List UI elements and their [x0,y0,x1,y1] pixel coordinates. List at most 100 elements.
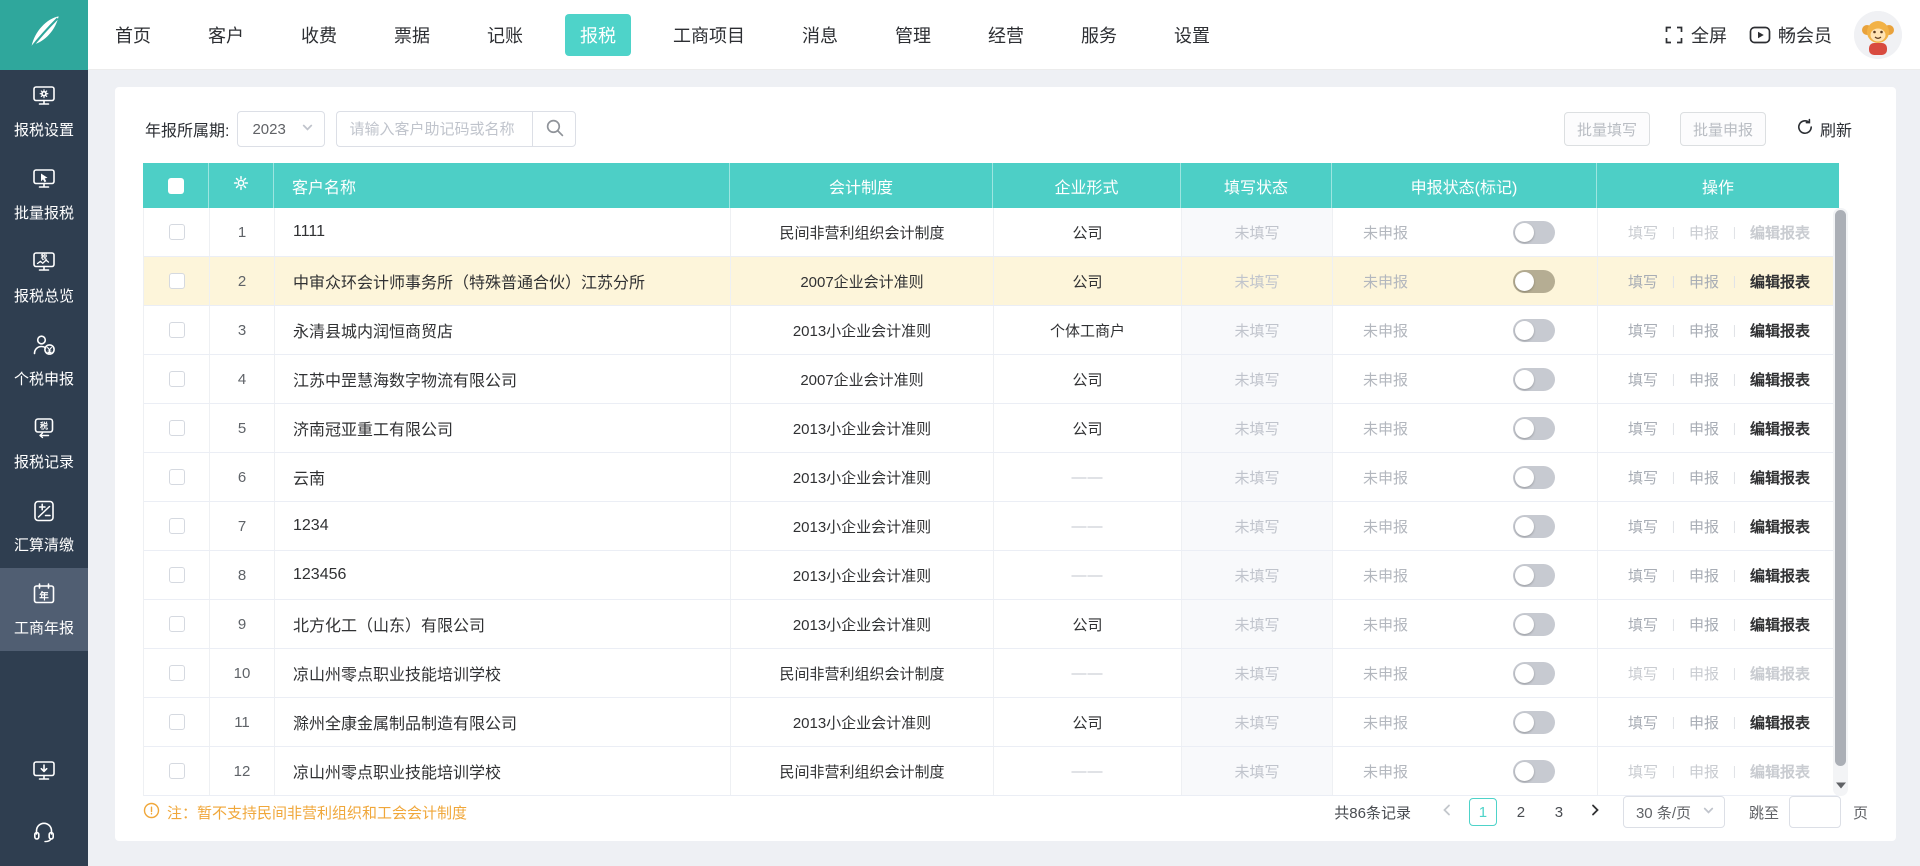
row-checkbox[interactable] [168,714,185,730]
row-checkbox[interactable] [168,273,185,289]
nav-item-message[interactable]: 消息 [787,14,853,56]
action-fill-link[interactable]: 填写 [1628,761,1658,782]
nav-item-business-project[interactable]: 工商项目 [658,14,760,56]
next-page-button[interactable] [1583,798,1607,826]
batch-fill-button[interactable]: 批量填写 [1563,112,1650,146]
declare-toggle[interactable] [1513,710,1555,734]
action-fill-link[interactable]: 填写 [1628,712,1658,733]
sidebar-item-batch-tax[interactable]: 批量报税 [0,153,88,236]
action-declare-link[interactable]: 申报 [1689,369,1719,390]
search-button[interactable] [532,111,577,147]
action-fill-link[interactable]: 填写 [1628,418,1658,439]
scrollbar-thumb[interactable] [1835,210,1846,766]
action-fill-link[interactable]: 填写 [1628,565,1658,586]
declare-toggle[interactable] [1513,759,1555,783]
nav-item-fees[interactable]: 收费 [286,14,352,56]
monitor-download-icon[interactable] [31,758,57,784]
action-edit-link[interactable]: 编辑报表 [1750,418,1810,439]
sidebar-item-tax-overview[interactable]: 税报税总览 [0,236,88,319]
action-edit-link[interactable]: 编辑报表 [1750,271,1810,292]
declare-toggle[interactable] [1513,416,1555,440]
sidebar-item-tax-records[interactable]: 税报税记录 [0,402,88,485]
declare-toggle[interactable] [1513,318,1555,342]
declare-toggle[interactable] [1513,269,1555,293]
nav-item-service[interactable]: 服务 [1066,14,1132,56]
row-checkbox[interactable] [168,665,185,681]
declare-toggle[interactable] [1513,563,1555,587]
row-checkbox[interactable] [168,518,185,534]
action-edit-link[interactable]: 编辑报表 [1750,565,1810,586]
action-edit-link[interactable]: 编辑报表 [1750,369,1810,390]
action-edit-link[interactable]: 编辑报表 [1750,467,1810,488]
nav-item-customer[interactable]: 客户 [193,14,259,56]
action-edit-link[interactable]: 编辑报表 [1750,320,1810,341]
declare-toggle[interactable] [1513,612,1555,636]
jump-page-input[interactable] [1788,796,1841,828]
action-fill-link[interactable]: 填写 [1628,516,1658,537]
action-fill-link[interactable]: 填写 [1628,663,1658,684]
action-declare-link[interactable]: 申报 [1689,320,1719,341]
action-fill-link[interactable]: 填写 [1628,369,1658,390]
nav-item-manage[interactable]: 管理 [880,14,946,56]
prev-page-button[interactable] [1435,798,1459,826]
action-declare-link[interactable]: 申报 [1689,712,1719,733]
declare-toggle[interactable] [1513,514,1555,538]
row-checkbox[interactable] [168,371,185,387]
action-declare-link[interactable]: 申报 [1689,614,1719,635]
declare-toggle[interactable] [1513,465,1555,489]
declare-toggle[interactable] [1513,661,1555,685]
action-edit-link[interactable]: 编辑报表 [1750,516,1810,537]
row-checkbox[interactable] [168,763,185,779]
sidebar-item-annual-report[interactable]: 年工商年报 [0,568,88,651]
action-fill-link[interactable]: 填写 [1628,320,1658,341]
action-edit-link[interactable]: 编辑报表 [1750,614,1810,635]
action-declare-link[interactable]: 申报 [1689,516,1719,537]
row-checkbox[interactable] [168,322,185,338]
user-avatar[interactable] [1854,10,1902,59]
row-checkbox[interactable] [168,224,185,240]
nav-item-operation[interactable]: 经营 [973,14,1039,56]
action-fill-link[interactable]: 填写 [1628,222,1658,243]
column-settings-gear-icon[interactable] [231,173,251,198]
action-declare-link[interactable]: 申报 [1689,565,1719,586]
row-checkbox[interactable] [168,469,185,485]
nav-item-tax[interactable]: 报税 [565,13,631,56]
action-edit-link[interactable]: 编辑报表 [1750,761,1810,782]
headset-icon[interactable] [31,818,57,844]
fullscreen-button[interactable]: 全屏 [1664,22,1727,48]
action-declare-link[interactable]: 申报 [1689,761,1719,782]
page-button-2[interactable]: 2 [1507,798,1535,826]
year-select[interactable]: 2023 [237,111,326,147]
nav-item-settings[interactable]: 设置 [1159,14,1225,56]
refresh-button[interactable]: 刷新 [1796,117,1852,141]
customer-search-input[interactable] [336,111,533,147]
page-button-1[interactable]: 1 [1468,798,1497,826]
action-fill-link[interactable]: 填写 [1628,467,1658,488]
sidebar-item-final-settlement[interactable]: 汇算清缴 [0,485,88,568]
action-edit-link[interactable]: 编辑报表 [1750,712,1810,733]
declare-toggle[interactable] [1513,367,1555,391]
member-button[interactable]: 畅会员 [1749,22,1832,48]
page-button-3[interactable]: 3 [1545,798,1573,826]
scrollbar-down-button[interactable] [1833,774,1848,796]
action-declare-link[interactable]: 申报 [1689,271,1719,292]
row-checkbox[interactable] [168,616,185,632]
action-edit-link[interactable]: 编辑报表 [1750,222,1810,243]
action-fill-link[interactable]: 填写 [1628,271,1658,292]
row-checkbox[interactable] [168,420,185,436]
action-declare-link[interactable]: 申报 [1689,418,1719,439]
action-fill-link[interactable]: 填写 [1628,614,1658,635]
nav-item-home[interactable]: 首页 [100,14,166,56]
batch-declare-button[interactable]: 批量申报 [1679,112,1766,146]
action-declare-link[interactable]: 申报 [1689,663,1719,684]
sidebar-item-tax-settings[interactable]: 报税设置 [0,70,88,153]
sidebar-item-personal-tax[interactable]: 个税申报 [0,319,88,402]
nav-item-invoice[interactable]: 票据 [379,14,445,56]
declare-toggle[interactable] [1513,220,1555,244]
row-checkbox[interactable] [168,567,185,583]
action-declare-link[interactable]: 申报 [1689,222,1719,243]
nav-item-bookkeeping[interactable]: 记账 [472,14,538,56]
page-size-select[interactable]: 30 条/页 [1622,796,1725,828]
action-declare-link[interactable]: 申报 [1689,467,1719,488]
action-edit-link[interactable]: 编辑报表 [1750,663,1810,684]
